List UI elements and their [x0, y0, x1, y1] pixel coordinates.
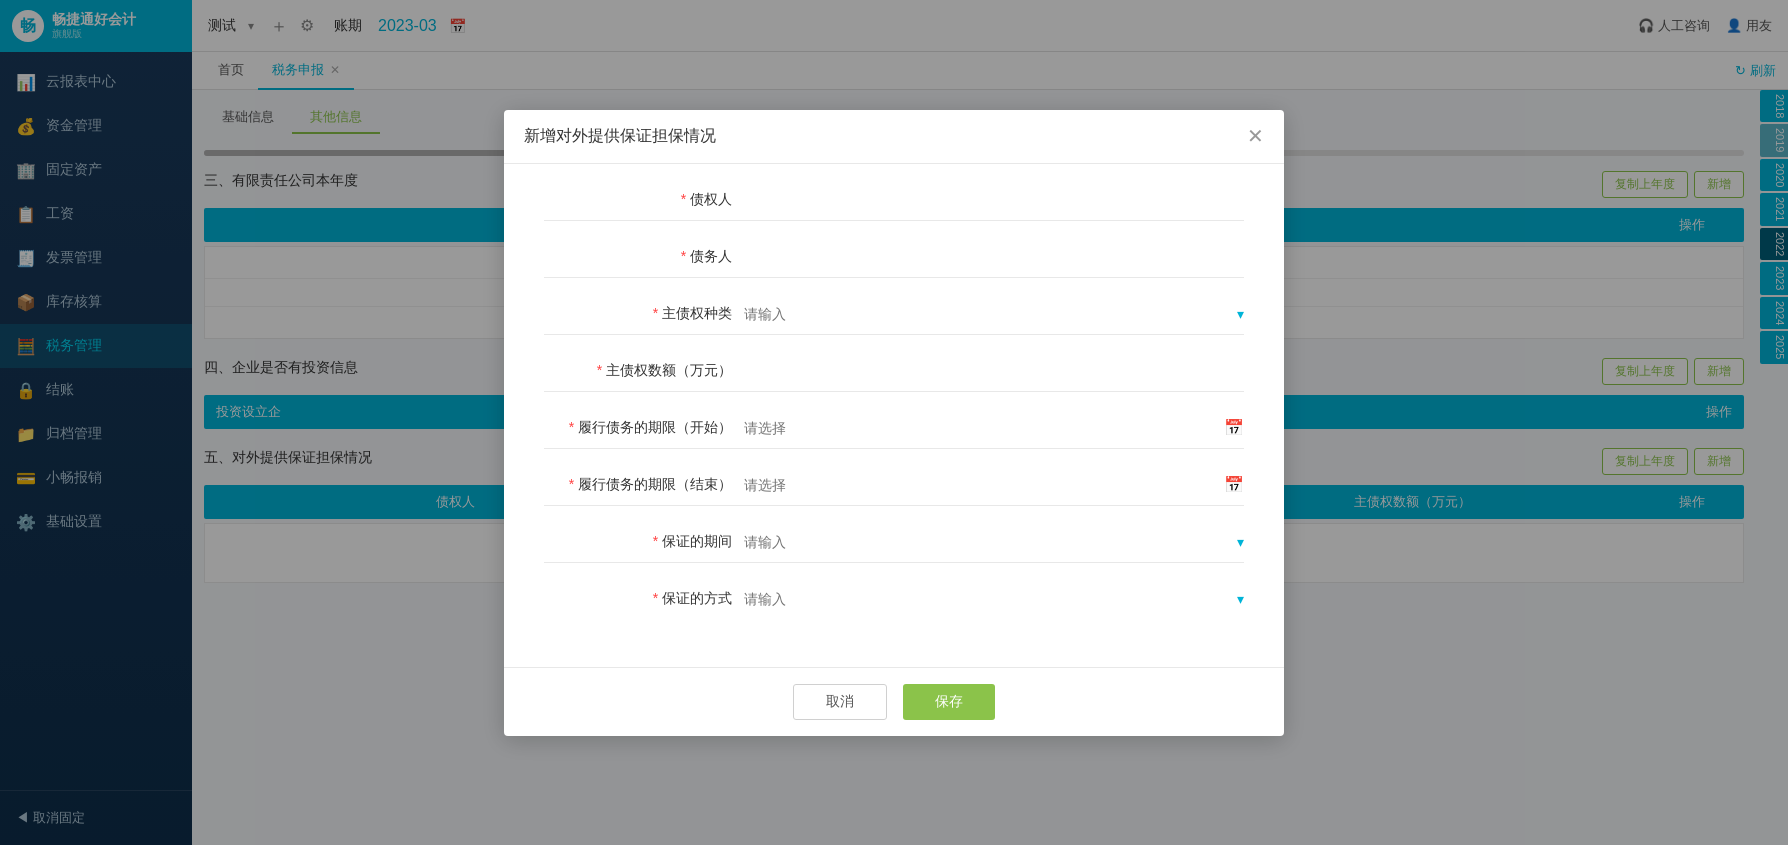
form-label-claim-type: * 主债权种类: [544, 305, 744, 323]
modal-body: * 债权人 * 债务人 * 主债权种类: [504, 164, 1284, 667]
guarantee-period-input[interactable]: [744, 530, 1237, 554]
form-label-creditor: * 债权人: [544, 191, 744, 209]
form-label-debtor: * 债务人: [544, 248, 744, 266]
claim-type-chevron-icon[interactable]: ▾: [1237, 306, 1244, 322]
form-row-start-date: * 履行债务的期限（开始） 📅: [544, 416, 1244, 449]
claim-type-select[interactable]: ▾: [744, 302, 1244, 326]
start-date-picker[interactable]: 📅: [744, 416, 1244, 440]
form-row-debtor: * 债务人: [544, 245, 1244, 278]
claim-amount-input[interactable]: [744, 359, 1244, 383]
form-row-guarantee-method: * 保证的方式 ▾: [544, 587, 1244, 619]
form-label-end-date: * 履行债务的期限（结束）: [544, 476, 744, 494]
form-label-guarantee-method: * 保证的方式: [544, 590, 744, 608]
guarantee-period-select[interactable]: ▾: [744, 530, 1244, 554]
modal-title: 新增对外提供保证担保情况: [524, 126, 716, 147]
end-date-picker[interactable]: 📅: [744, 473, 1244, 497]
guarantee-period-chevron-icon[interactable]: ▾: [1237, 534, 1244, 550]
form-row-end-date: * 履行债务的期限（结束） 📅: [544, 473, 1244, 506]
form-label-start-date: * 履行债务的期限（开始）: [544, 419, 744, 437]
claim-type-input[interactable]: [744, 302, 1237, 326]
modal-close-button[interactable]: ✕: [1247, 126, 1264, 146]
end-date-calendar-icon[interactable]: 📅: [1224, 475, 1244, 494]
modal-backdrop: 新增对外提供保证担保情况 ✕ * 债权人 * 债务人: [0, 0, 1788, 845]
guarantee-method-select[interactable]: ▾: [744, 587, 1244, 611]
guarantee-method-input[interactable]: [744, 587, 1237, 611]
save-button[interactable]: 保存: [903, 684, 995, 720]
modal-footer: 取消 保存: [504, 667, 1284, 736]
debtor-input[interactable]: [744, 245, 1244, 269]
start-date-calendar-icon[interactable]: 📅: [1224, 418, 1244, 437]
form-label-guarantee-period: * 保证的期间: [544, 533, 744, 551]
guarantee-method-chevron-icon[interactable]: ▾: [1237, 591, 1244, 607]
cancel-button[interactable]: 取消: [793, 684, 887, 720]
form-row-creditor: * 债权人: [544, 188, 1244, 221]
modal-dialog: 新增对外提供保证担保情况 ✕ * 债权人 * 债务人: [504, 110, 1284, 736]
form-row-guarantee-period: * 保证的期间 ▾: [544, 530, 1244, 563]
end-date-input[interactable]: [744, 473, 1224, 497]
form-label-claim-amount: * 主债权数额（万元）: [544, 362, 744, 380]
form-row-claim-type: * 主债权种类 ▾: [544, 302, 1244, 335]
creditor-input[interactable]: [744, 188, 1244, 212]
form-row-claim-amount: * 主债权数额（万元）: [544, 359, 1244, 392]
modal-header: 新增对外提供保证担保情况 ✕: [504, 110, 1284, 164]
start-date-input[interactable]: [744, 416, 1224, 440]
